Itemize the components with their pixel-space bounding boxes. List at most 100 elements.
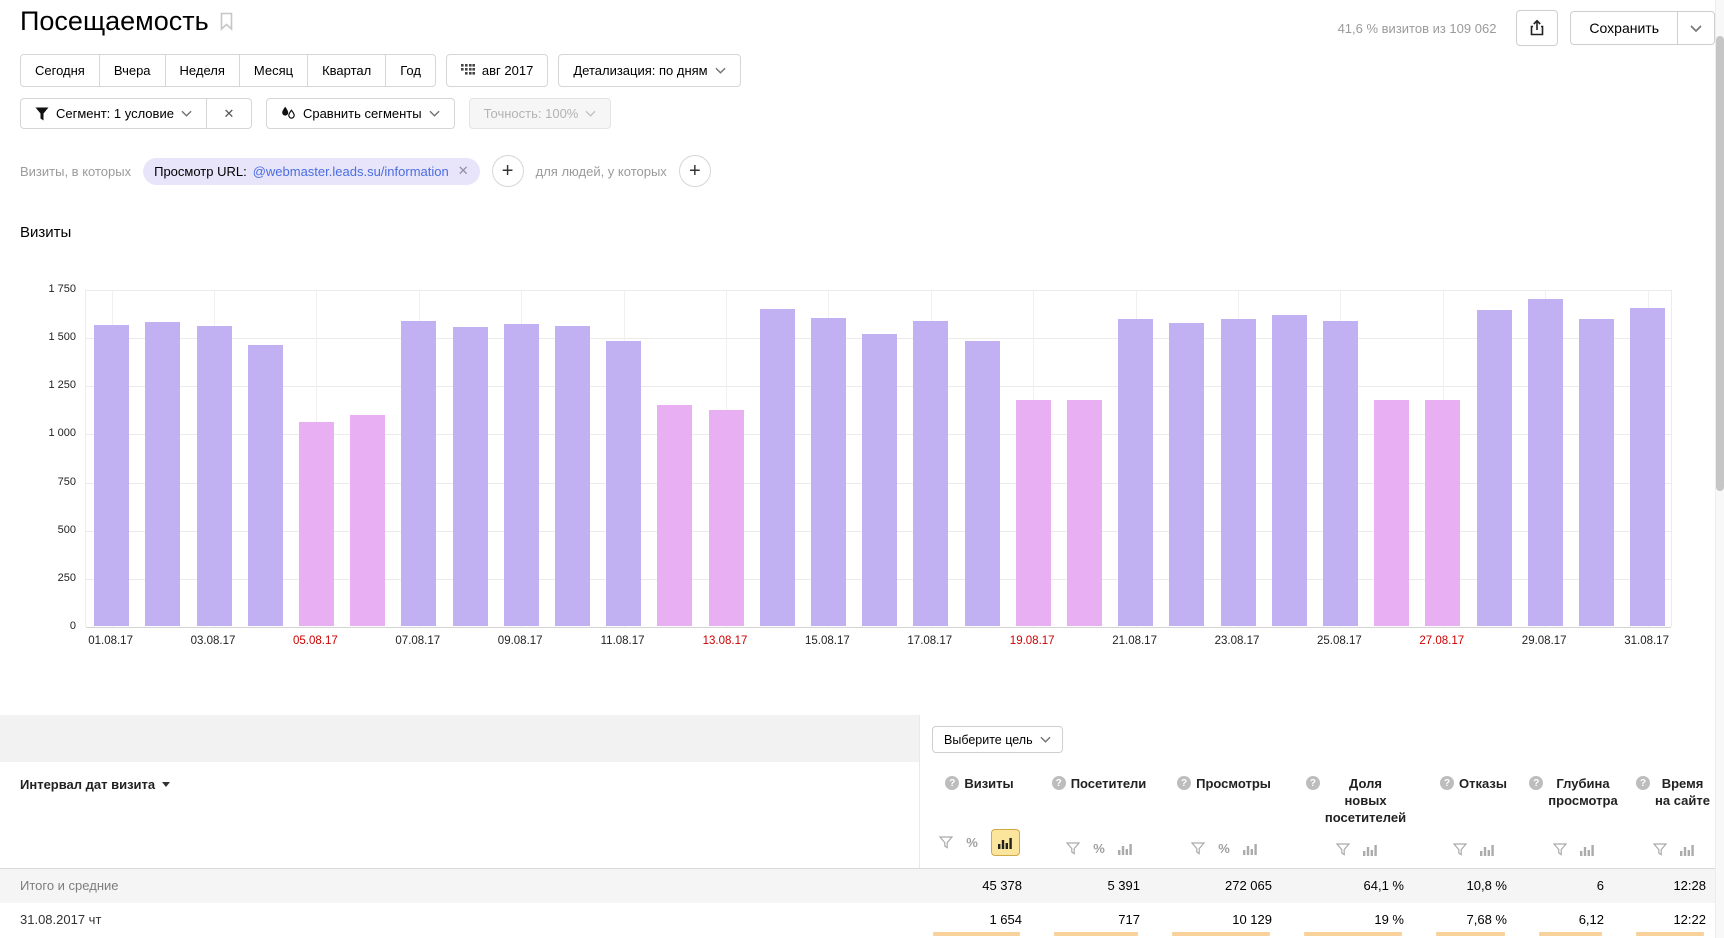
filter-icon[interactable] [1652,843,1667,856]
metric-header-0[interactable]: ? Визиты [919,762,1040,792]
chart-bar-12.08.17[interactable] [657,404,693,626]
help-icon[interactable]: ? [1051,776,1066,790]
add-people-condition-button[interactable]: + [678,155,711,187]
filter-icon[interactable] [1553,843,1567,856]
bar-chart-icon-active[interactable] [990,829,1020,856]
chart-bar-14.08.17[interactable] [759,309,795,626]
chart-bar-23.08.17[interactable] [1220,318,1256,626]
percent-icon[interactable]: % [966,835,978,850]
segment-button[interactable]: Сегмент: 1 условие [20,98,207,129]
period-tab-5[interactable]: Год [385,54,436,87]
save-button[interactable]: Сохранить [1570,11,1677,45]
metric-header-1[interactable]: ? Посетители [1040,762,1158,792]
chart-section-title: Визиты [20,224,72,241]
chart-bar-30.08.17[interactable] [1578,318,1614,626]
chart-bar-18.08.17[interactable] [964,341,1000,626]
period-tab-4[interactable]: Квартал [307,54,387,87]
chart-bar-22.08.17[interactable] [1169,322,1205,626]
metric-header-2[interactable]: ? Просмотры [1158,762,1290,792]
period-tab-2[interactable]: Неделя [164,54,240,87]
chart-bar-19.08.17[interactable] [1015,399,1051,626]
chart-bar-05.08.17[interactable] [298,421,334,626]
chart-bar-31.08.17[interactable] [1630,308,1666,626]
filter-icon[interactable] [1453,843,1467,856]
metric-header-6[interactable]: ? Время на сайте [1622,762,1724,809]
bar-chart-icon[interactable] [1362,844,1377,856]
chart-bar-03.08.17[interactable] [196,325,232,626]
chart-bar-15.08.17[interactable] [810,317,846,626]
chart-bar-06.08.17[interactable] [350,415,386,626]
accuracy-button[interactable]: Точность: 100% [468,98,612,129]
export-button[interactable] [1516,10,1559,46]
metric-header-4[interactable]: ? Отказы [1422,762,1525,792]
period-tab-1[interactable]: Вчера [98,54,166,87]
compare-segments-button[interactable]: Сравнить сегменты [265,98,455,129]
y-axis-label: 500 [57,523,76,536]
detail-button[interactable]: Детализация: по дням [558,54,741,87]
metric-header-3[interactable]: ? Доля новых посетителей [1290,762,1422,826]
dimension-header[interactable]: Интервал дат визита [20,777,171,792]
segment-clear-button[interactable]: ✕ [205,98,252,129]
filter-icon[interactable] [1335,843,1350,856]
chart-bar-13.08.17[interactable] [708,410,744,626]
chart-bar-20.08.17[interactable] [1066,399,1102,626]
row-values: 45 378 5 391 272 065 64,1 % 10,8 % 6 12:28 [919,869,1724,893]
cell-value: 7,68 % [1422,903,1525,936]
chip-url-link[interactable]: @webmaster.leads.su/information [253,164,449,179]
period-toolbar: Сегодня Вчера Неделя Месяц Квартал Год авг 20… [20,54,741,87]
chip-close-icon[interactable]: ✕ [458,163,469,179]
filter-icon[interactable] [939,836,954,849]
help-icon[interactable]: ? [1440,776,1455,790]
period-tab-3[interactable]: Месяц [238,54,309,87]
chart-bar-26.08.17[interactable] [1374,399,1410,626]
table-row-0[interactable]: Итого и средние 45 378 5 391 272 065 64,1 % 1… [0,868,1724,904]
period-tab-0[interactable]: Сегодня [20,54,100,87]
chart-bar-25.08.17[interactable] [1322,320,1358,626]
percent-icon[interactable]: % [1093,841,1105,856]
chart-bar-04.08.17[interactable] [247,344,283,626]
save-dropdown-button[interactable] [1677,11,1715,45]
metric-header-5[interactable]: ? Глубина просмотра [1525,762,1622,809]
cell-number: 1 654 [989,912,1022,927]
filter-icon[interactable] [1191,842,1206,855]
bar-chart-icon[interactable] [1480,844,1494,856]
chart-bar-29.08.17[interactable] [1527,298,1563,626]
filter-icon[interactable] [1066,842,1081,855]
chart-bar-11.08.17[interactable] [606,341,642,626]
chart-bar-10.08.17[interactable] [554,325,590,626]
chart-bar-08.08.17[interactable] [452,326,488,626]
chart-bar-01.08.17[interactable] [94,324,130,626]
percent-icon[interactable]: % [1218,841,1230,856]
cell-value: 1 654 [919,903,1040,936]
metric-column-4: ? Отказы [1422,762,1525,868]
chart-bar-27.08.17[interactable] [1425,399,1461,626]
bar-chart-icon[interactable] [1679,844,1694,856]
bar-chart-icon[interactable] [1580,844,1594,856]
url-filter-chip[interactable]: Просмотр URL: @webmaster.leads.su/inform… [143,157,480,185]
scrollbar-thumb[interactable] [1716,36,1724,491]
choose-goal-button[interactable]: Выберите цель [932,726,1063,753]
table-row-1[interactable]: 31.08.2017 чт 1 654 717 10 129 19 % 7,68 % 6,1… [0,903,1724,938]
calendar-button[interactable]: авг 2017 [445,54,549,87]
chart-bar-09.08.17[interactable] [503,323,539,626]
chart-bar-21.08.17[interactable] [1118,318,1154,626]
segment-label: Сегмент: 1 условие [56,106,174,121]
metric-column-6: ? Время на сайте [1622,762,1724,868]
help-icon[interactable]: ? [945,776,960,790]
help-icon[interactable]: ? [1305,776,1320,790]
chart-bar-17.08.17[interactable] [913,320,949,626]
help-icon[interactable]: ? [1636,776,1651,790]
chart-bar-16.08.17[interactable] [862,334,898,626]
bar-chart-icon[interactable] [1242,843,1257,855]
chart-bar-24.08.17[interactable] [1271,315,1307,626]
chart-bar-28.08.17[interactable] [1476,310,1512,626]
help-icon[interactable]: ? [1177,776,1192,790]
chart-bar-07.08.17[interactable] [401,320,437,626]
bookmark-icon[interactable] [219,12,234,31]
help-icon[interactable]: ? [1529,776,1544,790]
scrollbar-track[interactable] [1715,0,1724,938]
bar-chart-icon[interactable] [1117,843,1132,855]
chart-bar-02.08.17[interactable] [145,321,181,626]
y-axis-label: 1 250 [48,379,76,392]
add-visit-condition-button[interactable]: + [491,155,524,187]
